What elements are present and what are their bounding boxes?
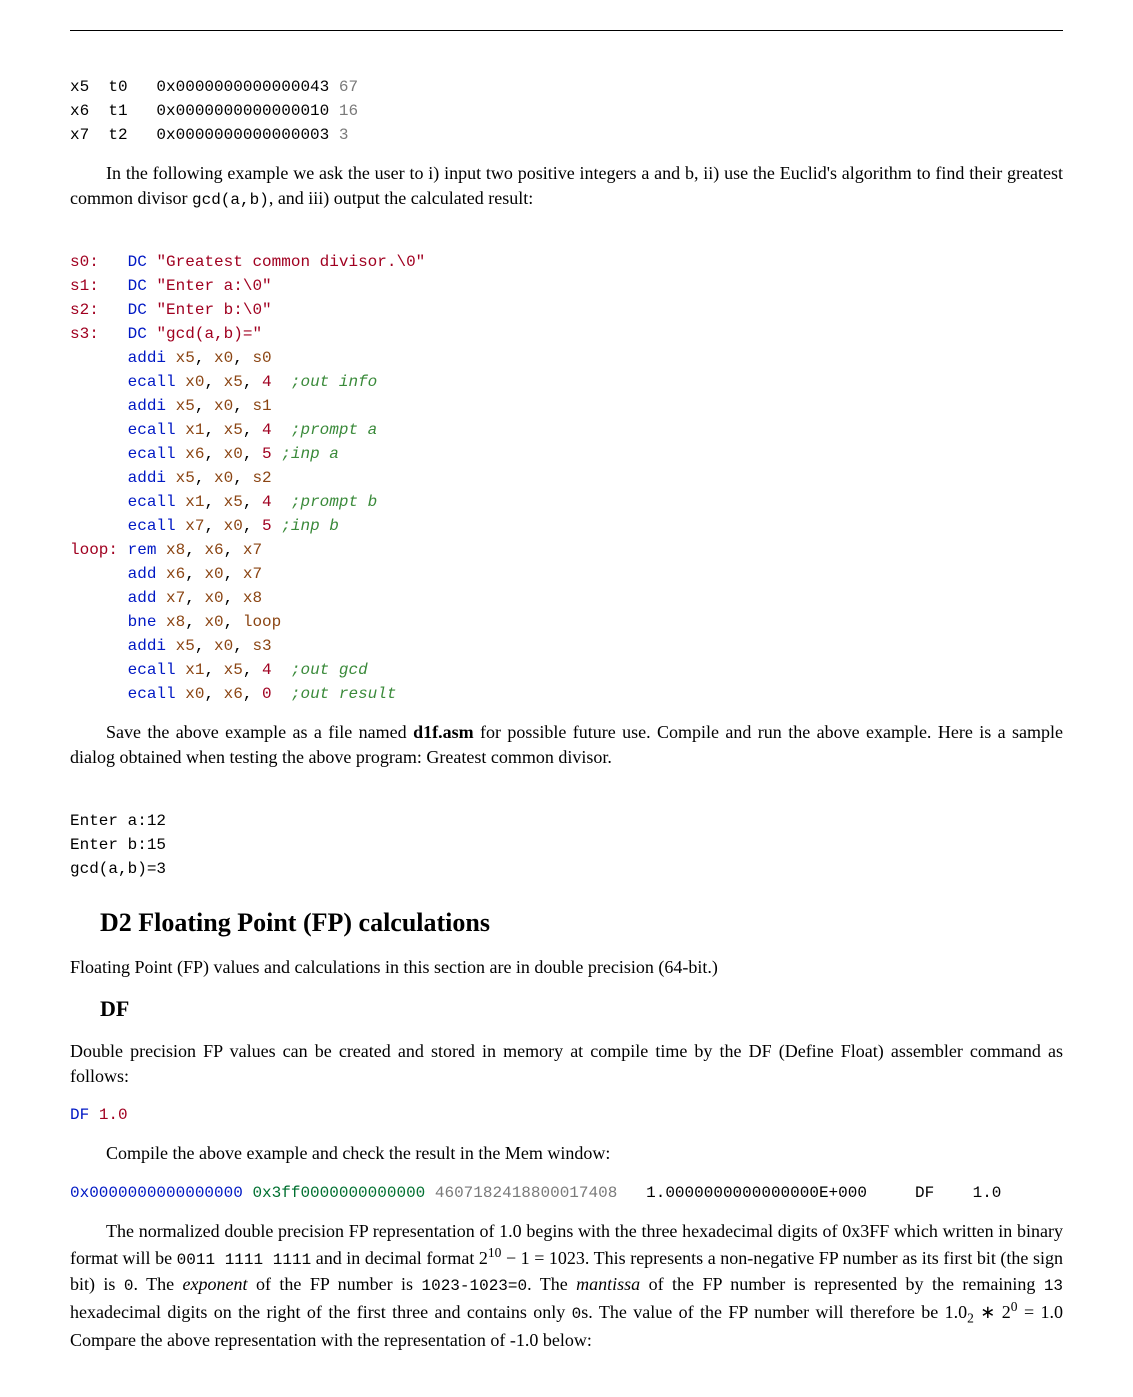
paragraph-compile: Compile the above example and check the … bbox=[70, 1141, 1063, 1166]
df-example: DF 1.0 bbox=[70, 1103, 1063, 1127]
top-rule bbox=[70, 30, 1063, 31]
sample-dialog: Enter a:12 Enter b:15 gcd(a,b)=3 bbox=[70, 785, 1063, 881]
paragraph-df-intro: Double precision FP values can be create… bbox=[70, 1039, 1063, 1089]
register-dump: x5 t0 0x0000000000000043 67 x6 t1 0x0000… bbox=[70, 51, 1063, 147]
memory-window: 0x0000000000000000 0x3ff0000000000000 46… bbox=[70, 1181, 1063, 1205]
code-block-gcd: s0: DC "Greatest common divisor.\0" s1: … bbox=[70, 226, 1063, 706]
paragraph-save: Save the above example as a file named d… bbox=[70, 720, 1063, 770]
subsection-heading-df: DF bbox=[100, 994, 1063, 1025]
paragraph-fp-intro: Floating Point (FP) values and calculati… bbox=[70, 955, 1063, 980]
paragraph-intro: In the following example we ask the user… bbox=[70, 161, 1063, 212]
section-heading-d2: D2 Floating Point (FP) calculations bbox=[100, 905, 1063, 941]
paragraph-explanation: The normalized double precision FP repre… bbox=[70, 1219, 1063, 1354]
